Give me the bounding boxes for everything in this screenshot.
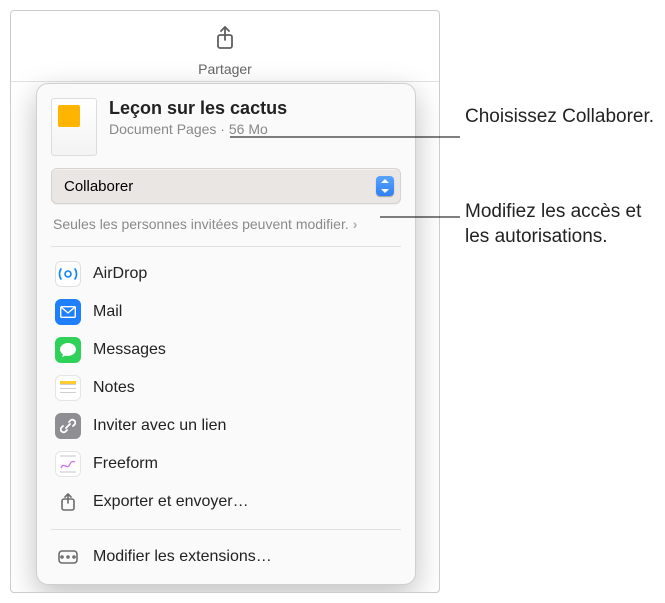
messages-icon [55, 337, 81, 363]
document-meta: Document Pages · 56 Mo [109, 121, 287, 137]
chevron-right-icon: › [353, 216, 358, 232]
popup-stepper-icon [376, 176, 394, 196]
permissions-row[interactable]: Seules les personnes invitées peuvent mo… [51, 214, 401, 238]
share-target-label: Freeform [93, 455, 158, 473]
link-icon [55, 413, 81, 439]
share-footer-list: Modifier les extensions… [51, 538, 401, 576]
share-toolbar-label: Partager [11, 61, 439, 77]
share-target-airdrop[interactable]: AirDrop [51, 255, 401, 293]
freeform-icon [55, 451, 81, 477]
document-app-name: Document Pages [109, 121, 216, 137]
share-target-export-send[interactable]: Exporter et envoyer… [51, 483, 401, 521]
extensions-icon [55, 544, 81, 570]
share-toolbar-button[interactable] [210, 23, 240, 53]
share-target-messages[interactable]: Messages [51, 331, 401, 369]
mail-icon [55, 299, 81, 325]
toolbar-divider [11, 81, 439, 82]
separator [51, 246, 401, 247]
share-target-label: AirDrop [93, 265, 147, 283]
share-target-label: Notes [93, 379, 135, 397]
share-icon [215, 26, 235, 50]
document-title: Leçon sur les cactus [109, 98, 287, 119]
airdrop-icon [55, 261, 81, 287]
document-header: Leçon sur les cactus Document Pages · 56… [51, 98, 401, 156]
share-sheet: Leçon sur les cactus Document Pages · 56… [36, 83, 416, 585]
share-mode-select[interactable]: Collaborer [51, 168, 401, 204]
app-window: Partager Leçon sur les cactus Document P… [10, 10, 440, 593]
share-target-list: AirDrop Mail Messages [51, 255, 401, 521]
share-target-label: Inviter avec un lien [93, 417, 226, 435]
share-target-label: Mail [93, 303, 122, 321]
share-target-invite-link[interactable]: Inviter avec un lien [51, 407, 401, 445]
export-icon [55, 489, 81, 515]
document-size: 56 Mo [229, 121, 268, 137]
share-mode-value: Collaborer [64, 178, 133, 195]
share-target-label: Messages [93, 341, 166, 359]
annotation-layer: Choisissez Collaborer. Modifiez les accè… [410, 0, 655, 603]
share-target-label: Modifier les extensions… [93, 548, 272, 566]
share-target-edit-extensions[interactable]: Modifier les extensions… [51, 538, 401, 576]
callout-modify-access: Modifiez les accès et les autorisations. [465, 200, 655, 249]
share-target-mail[interactable]: Mail [51, 293, 401, 331]
notes-icon [55, 375, 81, 401]
share-target-notes[interactable]: Notes [51, 369, 401, 407]
share-target-label: Exporter et envoyer… [93, 493, 249, 511]
document-thumbnail [51, 98, 97, 156]
callout-choose-collaborate: Choisissez Collaborer. [465, 105, 654, 130]
separator [51, 529, 401, 530]
permissions-summary: Seules les personnes invitées peuvent mo… [53, 216, 349, 232]
share-target-freeform[interactable]: Freeform [51, 445, 401, 483]
